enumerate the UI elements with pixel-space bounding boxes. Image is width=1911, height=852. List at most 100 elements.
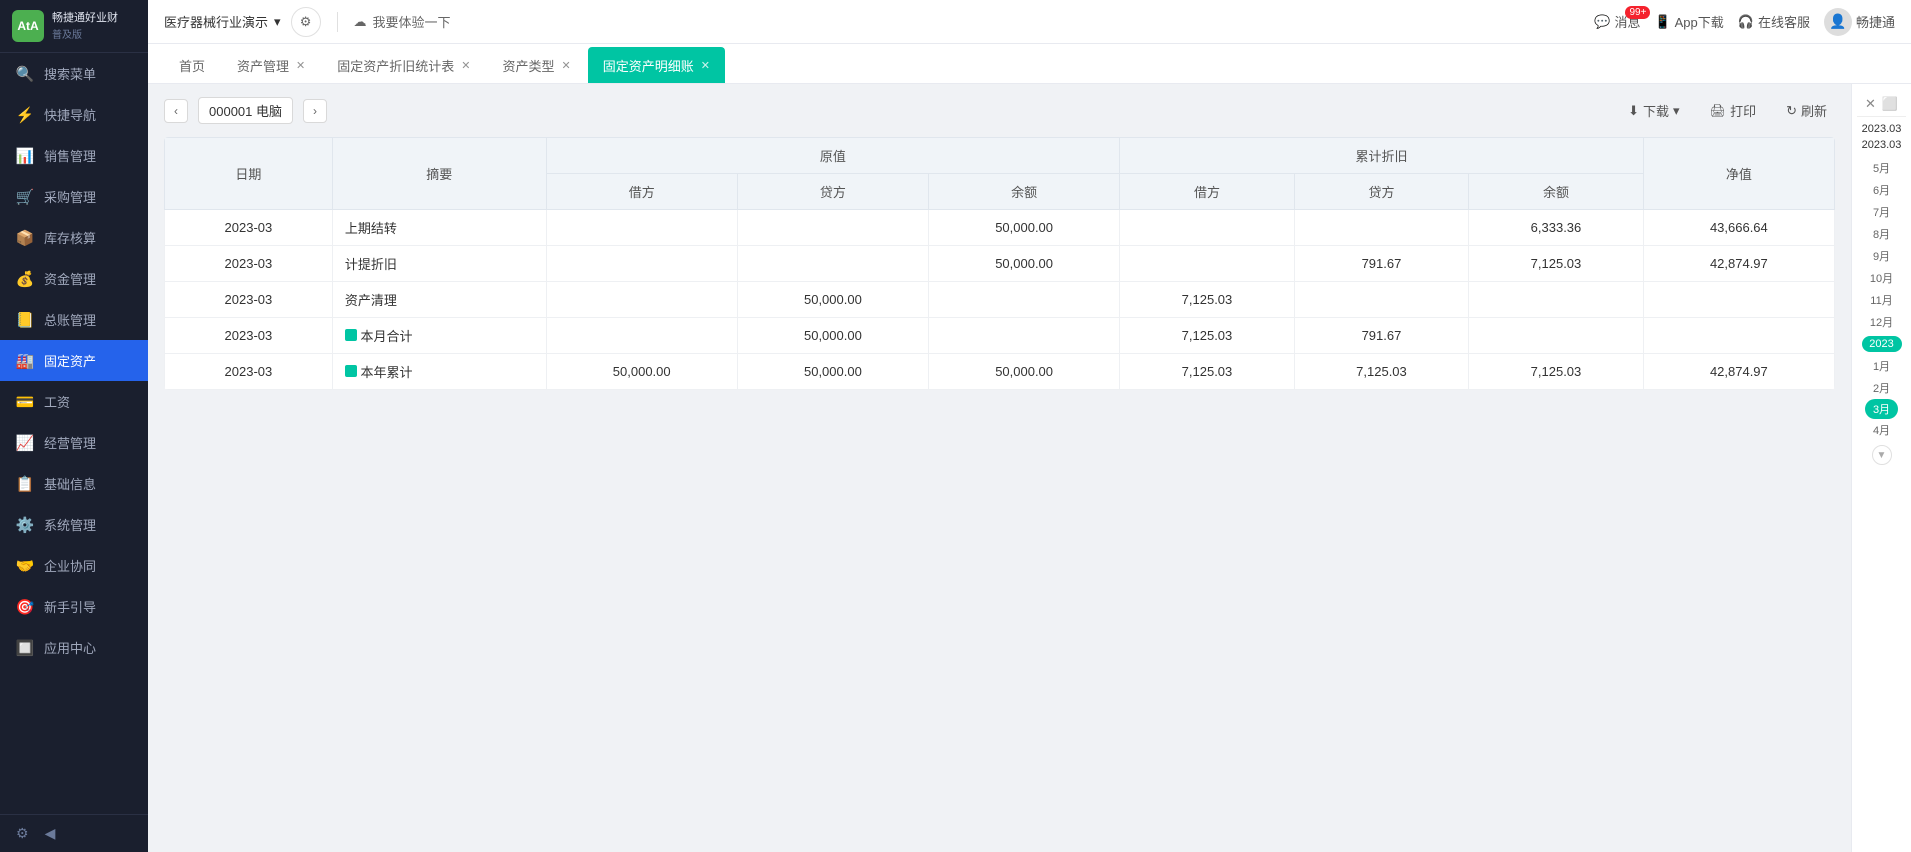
cloud-icon: ☁ (354, 14, 367, 30)
tl-month-11月[interactable]: 11月 (1870, 289, 1893, 311)
service-icon: 🎧 (1738, 14, 1754, 30)
sidebar-item-funds[interactable]: 💰 资金管理 (0, 258, 148, 299)
logo-subtitle: 普及版 (52, 26, 118, 41)
download-btn[interactable]: ⬇ 下载 ▾ (1620, 96, 1687, 125)
tl-month-4月[interactable]: 4月 (1865, 419, 1898, 441)
download-dropdown-icon: ▾ (1673, 103, 1680, 119)
sidebar-item-fixed[interactable]: 🏭 固定资产 (0, 340, 148, 381)
cell-accum-debit: 7,125.03 (1120, 354, 1295, 390)
tab-asset-type-close[interactable]: ✕ (562, 59, 571, 72)
tab-home[interactable]: 首页 (164, 47, 220, 83)
message-badge: 99+ (1625, 6, 1650, 19)
timeline-months-after: 1月2月3月4月 (1865, 355, 1898, 441)
sidebar-item-guide[interactable]: 🎯 新手引导 (0, 586, 148, 627)
tl-month-8月[interactable]: 8月 (1870, 223, 1893, 245)
sidebar-item-payroll-label: 工资 (44, 392, 70, 411)
sidebar-item-purchase[interactable]: 🛒 采购管理 (0, 176, 148, 217)
sidebar-item-search[interactable]: 🔍 搜索菜单 (0, 53, 148, 94)
data-table-container: 日期 摘要 原值 累计折旧 净值 借方 贷方 余额 借方 贷方 余额 (164, 137, 1835, 390)
tab-asset-type[interactable]: 资产类型 ✕ (487, 47, 585, 83)
panel-close-btn[interactable]: ✕ (1865, 96, 1876, 112)
cell-date: 2023-03 (165, 354, 333, 390)
sidebar-item-ledger[interactable]: 📒 总账管理 (0, 299, 148, 340)
tl-month-3月[interactable]: 3月 (1865, 399, 1898, 419)
tl-month-5月[interactable]: 5月 (1870, 157, 1893, 179)
company-selector[interactable]: 医疗器械行业演示 ▾ (164, 12, 281, 31)
sidebar: AtA 畅捷通好业财 普及版 🔍 搜索菜单 ⚡ 快捷导航 📊 销售管理 🛒 采购… (0, 0, 148, 852)
cell-date: 2023-03 (165, 246, 333, 282)
next-asset-btn[interactable]: › (303, 99, 327, 123)
cell-accum-credit: 791.67 (1294, 246, 1469, 282)
user-avatar: 👤 (1824, 8, 1852, 36)
col-accum-group: 累计折旧 (1120, 138, 1644, 174)
content-area: ‹ 000001 电脑 › ⬇ 下载 ▾ 🖨 打印 ↻ 刷新 (148, 84, 1911, 852)
sidebar-item-coop[interactable]: 🤝 企业协同 (0, 545, 148, 586)
cell-accum-credit: 7,125.03 (1294, 354, 1469, 390)
refresh-btn[interactable]: ↻ 刷新 (1778, 96, 1835, 125)
tl-month-9月[interactable]: 9月 (1870, 245, 1893, 267)
topbar-right: 💬 消息 99+ 📱 App下载 🎧 在线客服 👤 畅捷通 (1594, 8, 1895, 36)
sidebar-item-inventory[interactable]: 📦 库存核算 (0, 217, 148, 258)
topbar-settings-btn[interactable]: ⚙ (291, 7, 321, 37)
cell-summary: 资产清理 (332, 282, 546, 318)
tl-month-6月[interactable]: 6月 (1870, 179, 1893, 201)
tl-month-12月[interactable]: 12月 (1870, 311, 1893, 333)
funds-icon: 💰 (16, 270, 34, 288)
col-summary: 摘要 (332, 138, 546, 210)
tab-asset-detail-close[interactable]: ✕ (701, 59, 710, 72)
print-icon: 🖨 (1710, 103, 1727, 119)
tab-depreciation-label: 固定资产折旧统计表 (337, 56, 454, 75)
tl-month-1月[interactable]: 1月 (1865, 355, 1898, 377)
service-label: 在线客服 (1758, 12, 1810, 31)
sidebar-item-ops[interactable]: 📈 经营管理 (0, 422, 148, 463)
tab-asset-mgmt[interactable]: 资产管理 ✕ (222, 47, 320, 83)
cell-accum-balance (1469, 282, 1644, 318)
sidebar-item-sales[interactable]: 📊 销售管理 (0, 135, 148, 176)
settings-icon[interactable]: ⚙ (16, 825, 29, 842)
tab-asset-type-label: 资产类型 (502, 56, 554, 75)
prev-asset-btn[interactable]: ‹ (164, 99, 188, 123)
cell-summary: 本月合计 (332, 318, 546, 354)
customer-service-btn[interactable]: 🎧 在线客服 (1738, 12, 1810, 31)
sidebar-item-system-label: 系统管理 (44, 515, 96, 534)
tl-month-10月[interactable]: 10月 (1870, 267, 1893, 289)
collapse-icon[interactable]: ◀ (45, 825, 56, 842)
sidebar-item-quicknav[interactable]: ⚡ 快捷导航 (0, 94, 148, 135)
message-btn[interactable]: 💬 消息 99+ (1594, 12, 1640, 31)
print-btn[interactable]: 🖨 打印 (1702, 96, 1765, 125)
tl-month-2月[interactable]: 2月 (1865, 377, 1898, 399)
topbar: 医疗器械行业演示 ▾ ⚙ ☁ 我要体验一下 💬 消息 99+ 📱 App下载 🎧… (148, 0, 1911, 44)
sidebar-item-system[interactable]: ⚙️ 系统管理 (0, 504, 148, 545)
panel-expand-btn[interactable]: ⬜ (1882, 96, 1898, 112)
tab-asset-mgmt-close[interactable]: ✕ (296, 59, 305, 72)
cell-summary: 本年累计 (332, 354, 546, 390)
sidebar-item-basic-label: 基础信息 (44, 474, 96, 493)
sidebar-item-coop-label: 企业协同 (44, 556, 96, 575)
experience-btn[interactable]: ☁ 我要体验一下 (354, 12, 451, 31)
sales-icon: 📊 (16, 147, 34, 165)
col-orig-debit: 借方 (546, 174, 737, 210)
message-icon: 💬 (1594, 14, 1610, 30)
app-icon: 📱 (1654, 14, 1670, 30)
sidebar-item-apps[interactable]: 🔲 应用中心 (0, 627, 148, 668)
tab-depreciation-close[interactable]: ✕ (461, 59, 470, 72)
cell-accum-debit: 7,125.03 (1120, 318, 1295, 354)
app-download-btn[interactable]: 📱 App下载 (1654, 12, 1723, 31)
timeline-panel: ✕ ⬜ 2023.03 2023.03 5月6月7月8月9月10月11月12月 … (1851, 84, 1911, 852)
cell-orig-debit (546, 282, 737, 318)
cell-orig-debit (546, 246, 737, 282)
tab-asset-detail[interactable]: 固定资产明细账 ✕ (588, 47, 725, 83)
cell-accum-balance: 6,333.36 (1469, 210, 1644, 246)
tl-month-7月[interactable]: 7月 (1870, 201, 1893, 223)
user-name: 畅捷通 (1856, 12, 1895, 31)
tab-asset-mgmt-label: 资产管理 (237, 56, 289, 75)
cell-net-value: 43,666.64 (1643, 210, 1834, 246)
tab-depreciation[interactable]: 固定资产折旧统计表 ✕ (322, 47, 485, 83)
table-row: 2023-03 本年累计 50,000.00 50,000.00 50,000.… (165, 354, 1835, 390)
tl-collapse-btn[interactable]: ▼ (1872, 445, 1892, 465)
sidebar-item-payroll[interactable]: 💳 工资 (0, 381, 148, 422)
table-row: 2023-03 本月合计 50,000.00 7,125.03 791.67 (165, 318, 1835, 354)
cell-accum-credit: 791.67 (1294, 318, 1469, 354)
sidebar-item-basic[interactable]: 📋 基础信息 (0, 463, 148, 504)
user-menu[interactable]: 👤 畅捷通 (1824, 8, 1895, 36)
